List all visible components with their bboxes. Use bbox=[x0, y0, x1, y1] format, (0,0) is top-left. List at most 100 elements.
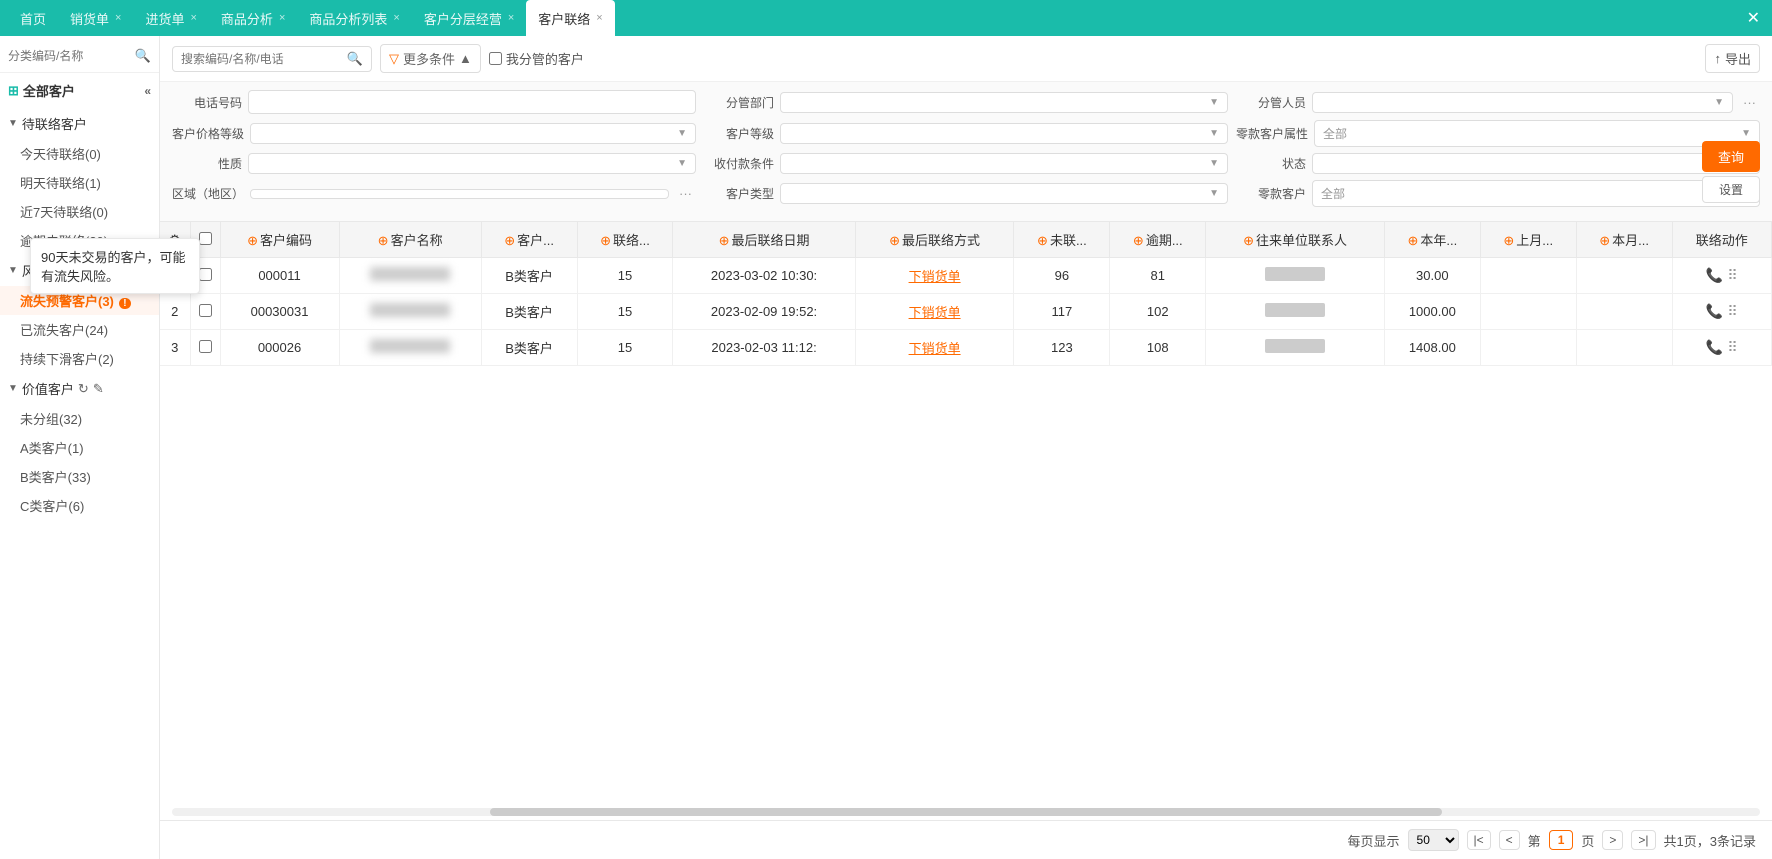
row-last-method-1[interactable]: 下销货单 bbox=[855, 294, 1014, 330]
tab-customer-contact[interactable]: 客户联络 × bbox=[526, 0, 614, 36]
export-button[interactable]: ↑ 导出 bbox=[1705, 44, 1760, 73]
filter-select-customer-level[interactable]: ▼ bbox=[780, 123, 1228, 144]
col-overdue[interactable]: ⊕逾期... bbox=[1110, 222, 1206, 258]
sidebar-item-class-a[interactable]: A类客户(1) bbox=[0, 433, 159, 462]
filter-row-2: 客户价格等级 ▼ 客户等级 ▼ 零款客户属性 全部 bbox=[172, 120, 1760, 147]
action-phone-icon-0[interactable]: 📞 bbox=[1706, 267, 1723, 284]
row-type-0: B类客户 bbox=[481, 258, 577, 294]
table-row: 3 000026 B类客户 15 2023-02-03 11:12: 下销货单 … bbox=[160, 330, 1772, 366]
filter-input-phone[interactable] bbox=[248, 90, 696, 114]
window-close-button[interactable]: ✕ bbox=[1743, 4, 1764, 32]
close-tab-analysis[interactable]: × bbox=[279, 12, 285, 24]
action-phone-icon-1[interactable]: 📞 bbox=[1706, 303, 1723, 320]
filter-select-zero-attr[interactable]: 全部 ▼ bbox=[1314, 120, 1760, 147]
filter-select-area[interactable] bbox=[250, 189, 669, 199]
col-not-contact[interactable]: ⊕未联... bbox=[1014, 222, 1110, 258]
col-last-method[interactable]: ⊕最后联络方式 bbox=[855, 222, 1014, 258]
tab-customer-tier[interactable]: 客户分层经营 × bbox=[412, 0, 526, 36]
row-this-month-1 bbox=[1576, 294, 1672, 330]
sidebar-item-today[interactable]: 今天待联络(0) bbox=[0, 139, 159, 168]
filter-select-payment[interactable]: ▼ bbox=[780, 153, 1228, 174]
row-name-0 bbox=[339, 258, 481, 294]
sidebar-search-input[interactable] bbox=[8, 49, 135, 63]
sidebar-collapse-icon[interactable]: « bbox=[144, 84, 151, 98]
next-page-button[interactable]: > bbox=[1602, 830, 1623, 850]
more-conditions-button[interactable]: ▽ 更多条件 ▲ bbox=[380, 44, 481, 73]
col-last-month[interactable]: ⊕上月... bbox=[1480, 222, 1576, 258]
sidebar-search-icon[interactable]: 🔍 bbox=[135, 48, 151, 64]
filter-field-area: 区域（地区） ··· bbox=[172, 184, 696, 203]
row-last-method-0[interactable]: 下销货单 bbox=[855, 258, 1014, 294]
action-phone-icon-2[interactable]: 📞 bbox=[1706, 339, 1723, 356]
prev-page-button[interactable]: < bbox=[1499, 830, 1520, 850]
filter-select-status[interactable]: ▼ bbox=[1312, 153, 1760, 174]
filter-select-gender[interactable]: ▼ bbox=[248, 153, 696, 174]
sidebar-item-ungrouped[interactable]: 未分组(32) bbox=[0, 404, 159, 433]
settings-button[interactable]: 设置 bbox=[1702, 176, 1760, 203]
close-tab-sales[interactable]: × bbox=[115, 12, 121, 24]
my-customers-check[interactable] bbox=[489, 52, 502, 65]
row-name-2 bbox=[339, 330, 481, 366]
filter-more-manager[interactable]: ··· bbox=[1739, 93, 1760, 112]
tab-analysis[interactable]: 商品分析 × bbox=[209, 0, 297, 36]
first-page-button[interactable]: |< bbox=[1467, 830, 1491, 850]
tab-sales[interactable]: 销货单 × bbox=[58, 0, 133, 36]
action-more-icon-0[interactable]: ⠿ bbox=[1727, 267, 1737, 284]
row-check-2[interactable] bbox=[190, 330, 220, 366]
action-buttons: 查询 设置 bbox=[1702, 141, 1760, 203]
tab-analysis-list[interactable]: 商品分析列表 × bbox=[297, 0, 411, 36]
col-this-month[interactable]: ⊕本月... bbox=[1576, 222, 1672, 258]
row-code-2: 000026 bbox=[220, 330, 339, 366]
action-more-icon-1[interactable]: ⠿ bbox=[1727, 303, 1737, 320]
sidebar-item-7days[interactable]: 近7天待联络(0) bbox=[0, 197, 159, 226]
close-tab-customer-tier[interactable]: × bbox=[508, 12, 514, 24]
search-submit-icon[interactable]: 🔍 bbox=[347, 51, 363, 67]
sidebar-item-declining[interactable]: 持续下滑客户(2) bbox=[0, 344, 159, 373]
col-last-date[interactable]: ⊕最后联络日期 bbox=[673, 222, 855, 258]
edit-icon[interactable]: ✎ bbox=[93, 381, 104, 397]
arrow-down-icon-2: ▼ bbox=[8, 265, 18, 276]
row-check-1[interactable] bbox=[190, 294, 220, 330]
col-contact-person[interactable]: ⊕往来单位联系人 bbox=[1206, 222, 1385, 258]
filter-select-customer-type[interactable]: ▼ bbox=[780, 183, 1228, 204]
search-input[interactable] bbox=[181, 52, 343, 66]
col-name[interactable]: ⊕客户名称 bbox=[339, 222, 481, 258]
filter-select-manager[interactable]: ▼ bbox=[1312, 92, 1733, 113]
query-button[interactable]: 查询 bbox=[1702, 141, 1760, 172]
col-code[interactable]: ⊕客户编码 bbox=[220, 222, 339, 258]
col-action: 联络动作 bbox=[1672, 222, 1772, 258]
scrollbar-thumb[interactable] bbox=[490, 808, 1443, 816]
sidebar-all-customers[interactable]: ⊞ 全部客户 « bbox=[0, 73, 159, 108]
filter-select-dept[interactable]: ▼ bbox=[780, 92, 1228, 113]
close-tab-purchase[interactable]: × bbox=[190, 12, 196, 24]
arrow-down-icon-3: ▼ bbox=[8, 383, 18, 394]
sidebar-item-churned[interactable]: 已流失客户(24) bbox=[0, 315, 159, 344]
row-not-contact-2: 123 bbox=[1014, 330, 1110, 366]
close-tab-analysis-list[interactable]: × bbox=[393, 12, 399, 24]
sort-icon-this-year: ⊕ bbox=[1407, 233, 1418, 248]
filter-select-price-level[interactable]: ▼ bbox=[250, 123, 696, 144]
tab-purchase[interactable]: 进货单 × bbox=[133, 0, 208, 36]
sidebar-item-class-b[interactable]: B类客户(33) bbox=[0, 462, 159, 491]
filter-select-zero-customer[interactable]: 全部 ▼ bbox=[1312, 180, 1760, 207]
current-page[interactable]: 1 bbox=[1549, 830, 1574, 850]
col-type[interactable]: ⊕客户... bbox=[481, 222, 577, 258]
per-page-select[interactable]: 50 100 bbox=[1408, 829, 1459, 851]
col-this-year[interactable]: ⊕本年... bbox=[1384, 222, 1480, 258]
horizontal-scrollbar[interactable] bbox=[172, 808, 1760, 816]
last-page-button[interactable]: >| bbox=[1631, 830, 1655, 850]
sidebar-item-tomorrow[interactable]: 明天待联络(1) bbox=[0, 168, 159, 197]
close-tab-customer-contact[interactable]: × bbox=[596, 12, 602, 24]
sidebar-group-value-title[interactable]: ▼ 价值客户 ↻ ✎ bbox=[0, 373, 159, 404]
row-last-method-2[interactable]: 下销货单 bbox=[855, 330, 1014, 366]
sidebar-item-class-c[interactable]: C类客户(6) bbox=[0, 491, 159, 520]
sidebar-group-pending-title[interactable]: ▼ 待联络客户 bbox=[0, 108, 159, 139]
action-more-icon-2[interactable]: ⠿ bbox=[1727, 339, 1737, 356]
churn-badge: ! bbox=[119, 298, 130, 309]
filter-more-area[interactable]: ··· bbox=[675, 184, 696, 203]
refresh-icon[interactable]: ↻ bbox=[78, 381, 89, 397]
col-contact[interactable]: ⊕联络... bbox=[577, 222, 673, 258]
my-customers-checkbox[interactable]: 我分管的客户 bbox=[489, 49, 584, 68]
select-all-checkbox[interactable] bbox=[199, 232, 212, 245]
tab-home[interactable]: 首页 bbox=[8, 0, 58, 36]
